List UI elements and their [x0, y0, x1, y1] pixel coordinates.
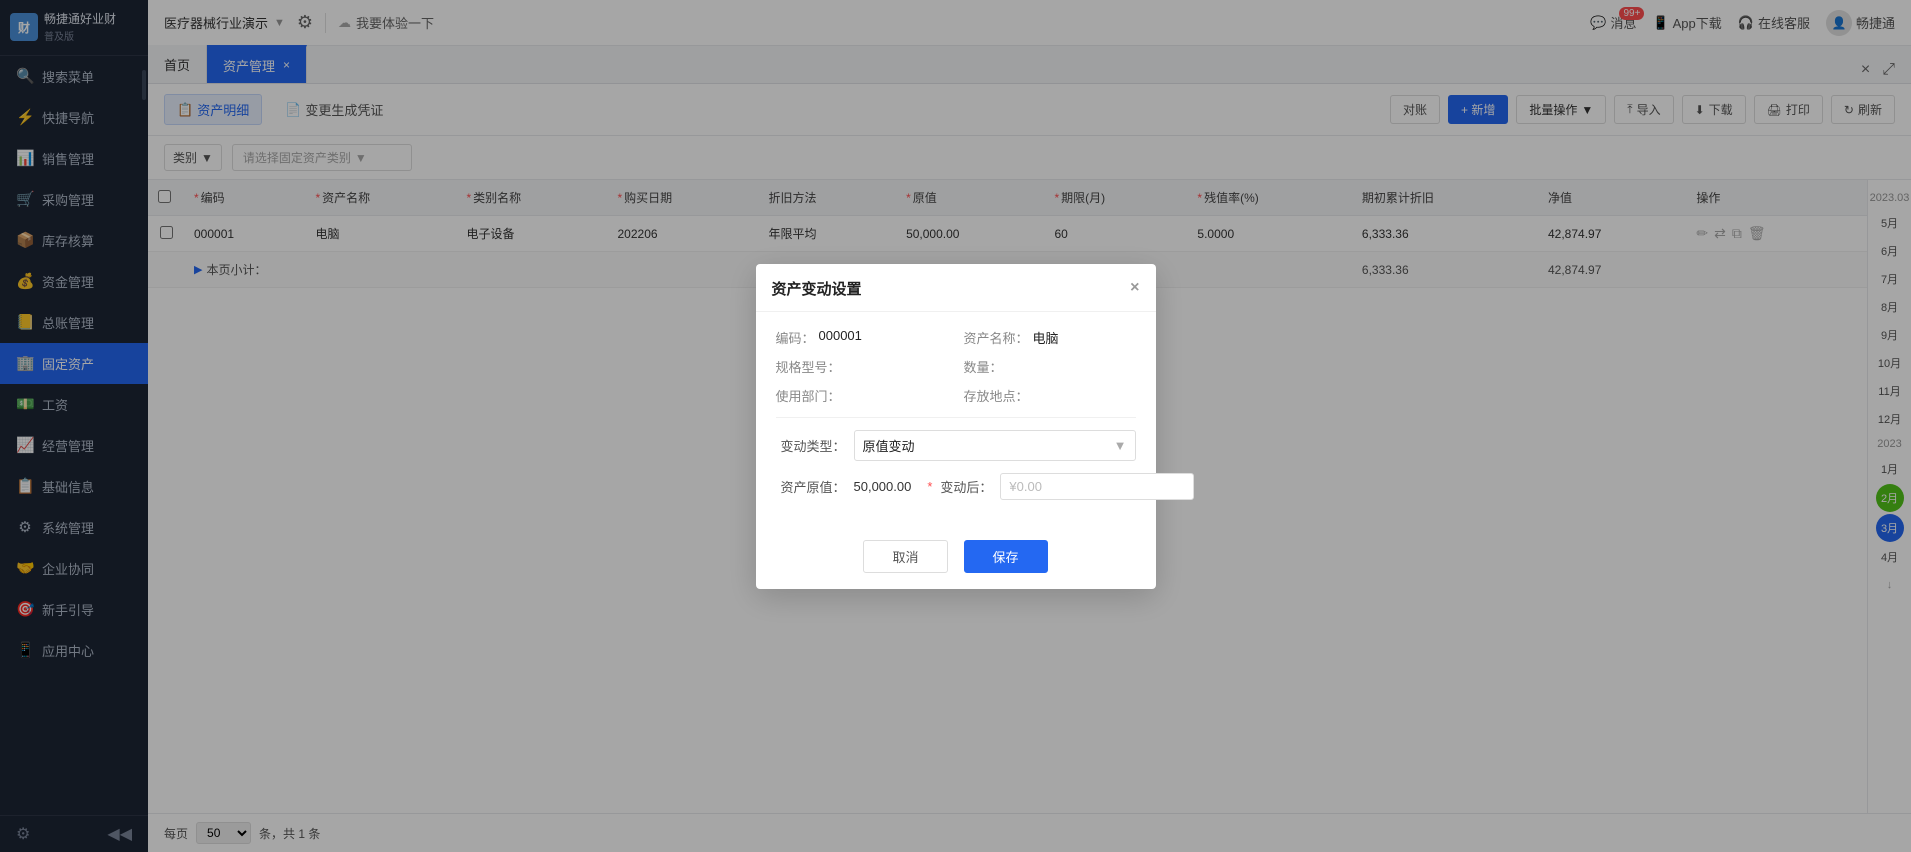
- after-label: 变动后：: [940, 477, 992, 496]
- dialog-asset-name-row: 资产名称： 电脑: [964, 328, 1136, 347]
- dialog-code-label: 编码：: [776, 328, 815, 347]
- dialog-close-button[interactable]: ×: [1130, 280, 1139, 296]
- dialog-location-row: 存放地点：: [964, 386, 1136, 405]
- after-value-input[interactable]: [1000, 473, 1194, 500]
- dialog-overlay[interactable]: 资产变动设置 × 编码： 000001 资产名称： 电脑 规格型号： 数量：: [0, 0, 1911, 852]
- original-value-group: 50,000.00 * 变动后：: [854, 473, 1195, 500]
- asset-change-dialog: 资产变动设置 × 编码： 000001 资产名称： 电脑 规格型号： 数量：: [756, 264, 1156, 589]
- original-value-label: 资产原值：: [776, 477, 846, 496]
- dialog-body: 编码： 000001 资产名称： 电脑 规格型号： 数量： 使用部门：: [756, 312, 1156, 528]
- cancel-button[interactable]: 取消: [863, 540, 947, 573]
- dialog-code-row: 编码： 000001: [776, 328, 948, 347]
- change-type-value: 原值变动: [863, 436, 915, 455]
- dialog-spec-row: 规格型号：: [776, 357, 948, 376]
- original-value-row: 资产原值： 50,000.00 * 变动后：: [776, 473, 1136, 500]
- dialog-asset-name-value: 电脑: [1033, 328, 1059, 347]
- dialog-dept-row: 使用部门：: [776, 386, 948, 405]
- dialog-code-value: 000001: [819, 328, 862, 347]
- dialog-spec-label: 规格型号：: [776, 357, 841, 376]
- dialog-info-grid: 编码： 000001 资产名称： 电脑 规格型号： 数量： 使用部门：: [776, 328, 1136, 405]
- dialog-title: 资产变动设置: [772, 278, 862, 299]
- change-type-label: 变动类型：: [776, 436, 846, 455]
- save-button[interactable]: 保存: [964, 540, 1048, 573]
- change-type-row: 变动类型： 原值变动 ▼: [776, 430, 1136, 461]
- change-type-arrow-icon: ▼: [1114, 438, 1127, 453]
- after-required-star: *: [927, 479, 932, 494]
- dialog-dept-label: 使用部门：: [776, 386, 841, 405]
- original-value-value: 50,000.00: [854, 474, 912, 499]
- dialog-quantity-row: 数量：: [964, 357, 1136, 376]
- dialog-location-label: 存放地点：: [964, 386, 1029, 405]
- dialog-footer: 取消 保存: [756, 528, 1156, 589]
- dialog-quantity-label: 数量：: [964, 357, 1003, 376]
- dialog-asset-name-label: 资产名称：: [964, 328, 1029, 347]
- dialog-header: 资产变动设置 ×: [756, 264, 1156, 312]
- change-type-input[interactable]: 原值变动 ▼: [854, 430, 1136, 461]
- dialog-divider: [776, 417, 1136, 418]
